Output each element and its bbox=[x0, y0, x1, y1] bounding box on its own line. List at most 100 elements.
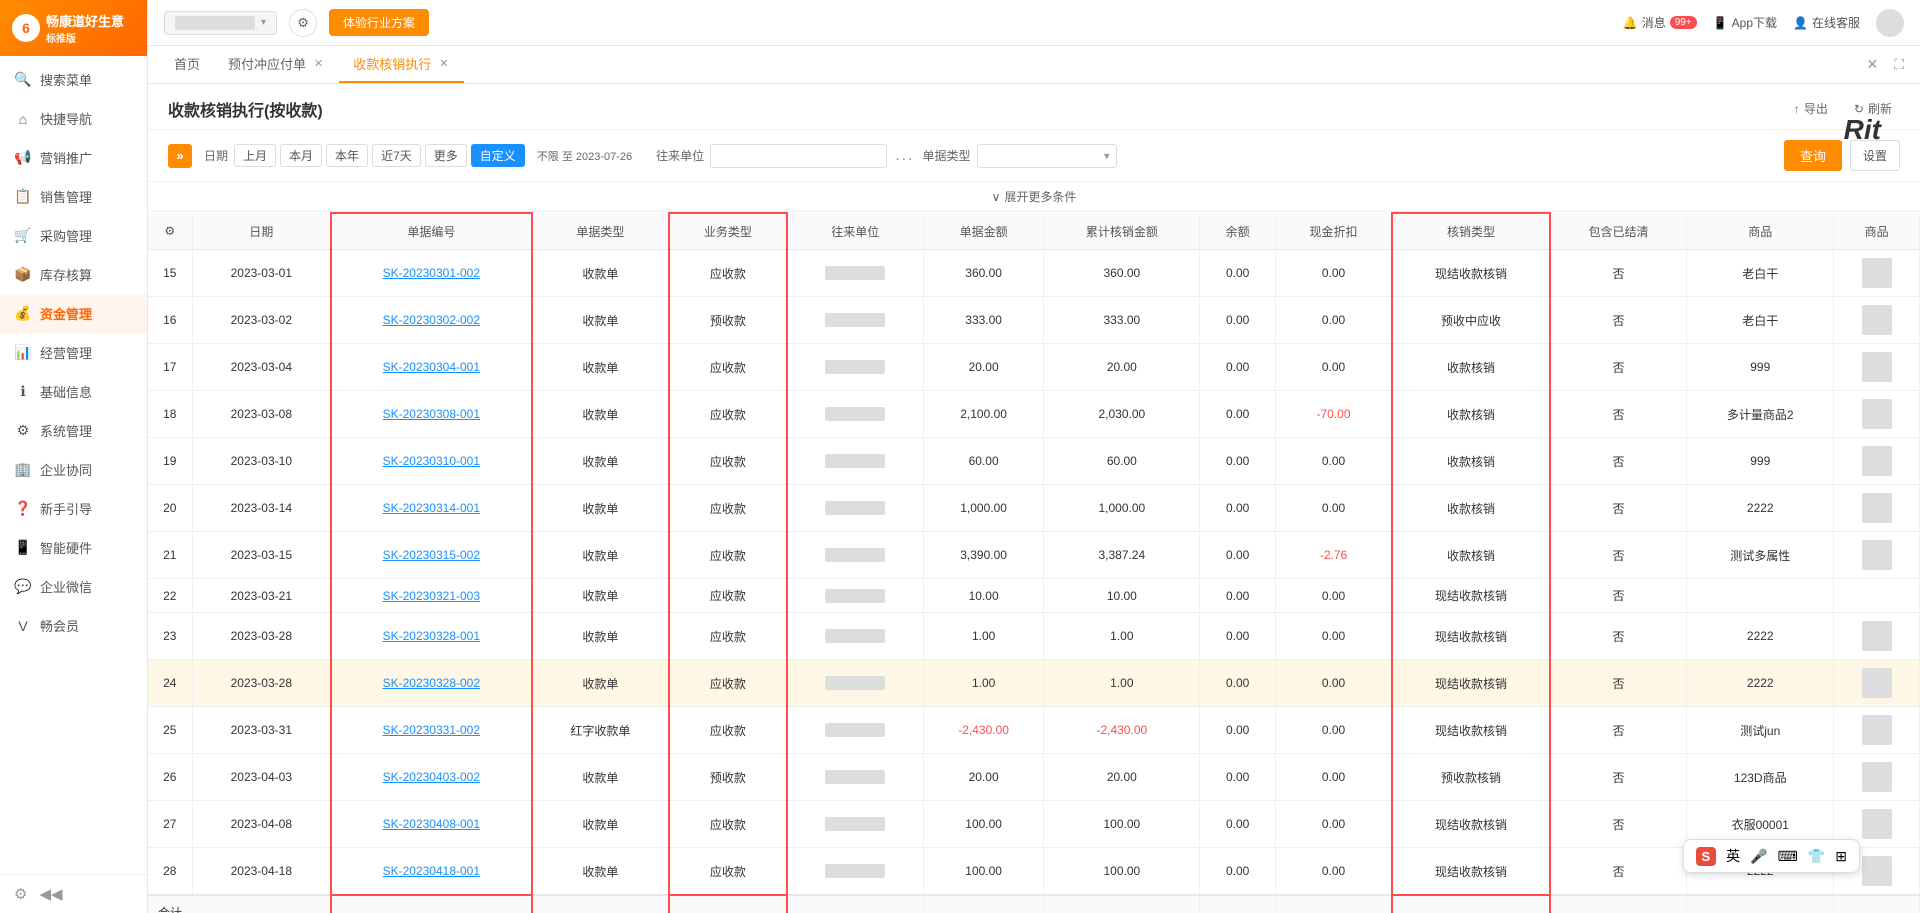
tab-close-all-icon[interactable]: ✕ bbox=[1862, 54, 1882, 75]
industry-solution-button[interactable]: 体验行业方案 bbox=[329, 9, 429, 36]
sidebar-item-label: 新手引导 bbox=[40, 499, 92, 518]
cell-bill-amount: 20.00 bbox=[923, 754, 1043, 801]
bill-no-link[interactable]: SK-20230408-001 bbox=[383, 817, 480, 831]
tab-collection-close-icon[interactable]: ✕ bbox=[437, 56, 450, 71]
sidebar-item-sales-mgmt[interactable]: 📋 销售管理 bbox=[0, 177, 147, 216]
cell-bill-no: SK-20230321-003 bbox=[331, 579, 531, 613]
footer-biz-type bbox=[669, 895, 787, 913]
ime-english-label[interactable]: 英 bbox=[1726, 846, 1740, 866]
sidebar-item-capital-mgmt[interactable]: 💰 资金管理 bbox=[0, 294, 147, 333]
sidebar-item-quick-nav[interactable]: ⌂ 快捷导航 bbox=[0, 99, 147, 138]
bill-no-link[interactable]: SK-20230302-002 bbox=[383, 313, 480, 327]
cell-cash-discount: 0.00 bbox=[1275, 613, 1392, 660]
expand-more-conditions[interactable]: ∨ 展开更多条件 bbox=[148, 182, 1920, 212]
sidebar-item-smart-hw[interactable]: 📱 智能硬件 bbox=[0, 528, 147, 567]
cell-partner bbox=[787, 485, 924, 532]
footer-partner bbox=[787, 895, 924, 913]
tab-home[interactable]: 首页 bbox=[160, 46, 214, 83]
sidebar-item-purchase-mgmt[interactable]: 🛒 采购管理 bbox=[0, 216, 147, 255]
online-service-button[interactable]: 👤 在线客服 bbox=[1793, 14, 1860, 31]
partner-blurred bbox=[825, 454, 885, 468]
sidebar-item-newbie[interactable]: ❓ 新手引导 bbox=[0, 489, 147, 528]
settings-icon[interactable]: ⚙ bbox=[14, 885, 27, 903]
cell-goods2 bbox=[1834, 438, 1920, 485]
last-7days-btn[interactable]: 近7天 bbox=[372, 144, 421, 167]
ime-keyboard-icon[interactable]: ⌨ bbox=[1778, 848, 1798, 865]
this-month-btn[interactable]: 本月 bbox=[280, 144, 322, 167]
user-avatar[interactable] bbox=[1876, 9, 1904, 37]
sidebar-item-marketing[interactable]: 📢 营销推广 bbox=[0, 138, 147, 177]
filter-more-dots[interactable]: ... bbox=[895, 147, 914, 165]
tab-prepay-close-icon[interactable]: ✕ bbox=[312, 56, 325, 71]
bill-no-link[interactable]: SK-20230301-002 bbox=[383, 266, 480, 280]
this-year-btn[interactable]: 本年 bbox=[326, 144, 368, 167]
cell-biz-type: 应收款 bbox=[669, 344, 787, 391]
sidebar-item-corp-wechat[interactable]: 💬 企业微信 bbox=[0, 567, 147, 606]
custom-date-btn[interactable]: 自定义 bbox=[471, 144, 525, 167]
cell-bill-amount: 2,100.00 bbox=[923, 391, 1043, 438]
notifications-button[interactable]: 🔔 消息 99+ bbox=[1623, 14, 1697, 31]
bill-no-link[interactable]: SK-20230418-001 bbox=[383, 864, 480, 878]
ime-mic-icon[interactable]: 🎤 bbox=[1750, 848, 1767, 865]
bill-no-link[interactable]: SK-20230308-001 bbox=[383, 407, 480, 421]
more-date-btn[interactable]: 更多 bbox=[425, 144, 467, 167]
cell-bill-type: 收款单 bbox=[532, 391, 670, 438]
ime-shirt-icon[interactable]: 👕 bbox=[1808, 848, 1825, 865]
tab-prepay-bill[interactable]: 预付冲应付单 ✕ bbox=[214, 46, 339, 83]
tab-expand-icon[interactable]: ⛶ bbox=[1890, 54, 1908, 75]
cell-bill-no: SK-20230304-001 bbox=[331, 344, 531, 391]
col-settings-icon[interactable]: ⚙ bbox=[148, 213, 192, 250]
col-date: 日期 bbox=[192, 213, 331, 250]
bill-no-link[interactable]: SK-20230321-003 bbox=[383, 589, 480, 603]
sidebar-item-member[interactable]: V 畅会员 bbox=[0, 606, 147, 645]
footer-verify-type bbox=[1392, 895, 1550, 913]
footer-bill-no bbox=[331, 895, 531, 913]
sidebar-item-search-menu[interactable]: 🔍 搜索菜单 bbox=[0, 60, 147, 99]
ime-apps-icon[interactable]: ⊞ bbox=[1835, 848, 1847, 865]
app-download-button[interactable]: 📱 App下载 bbox=[1713, 14, 1777, 31]
purchase-icon: 🛒 bbox=[14, 227, 32, 244]
sidebar-item-corp-collab[interactable]: 🏢 企业协同 bbox=[0, 450, 147, 489]
sidebar-item-label: 库存核算 bbox=[40, 265, 92, 284]
sidebar-item-basic-info[interactable]: ℹ 基础信息 bbox=[0, 372, 147, 411]
workspace-selector[interactable]: ▾ bbox=[164, 11, 277, 35]
cell-partner bbox=[787, 801, 924, 848]
sidebar-item-inventory[interactable]: 📦 库存核算 bbox=[0, 255, 147, 294]
bill-no-link[interactable]: SK-20230314-001 bbox=[383, 501, 480, 515]
table-row: 16 2023-03-02 SK-20230302-002 收款单 预收款 33… bbox=[148, 297, 1920, 344]
cell-bill-no: SK-20230331-002 bbox=[331, 707, 531, 754]
business-icon: 📊 bbox=[14, 344, 32, 361]
cell-bill-amount: 1,000.00 bbox=[923, 485, 1043, 532]
bill-no-link[interactable]: SK-20230403-002 bbox=[383, 770, 480, 784]
sidebar-item-business-mgmt[interactable]: 📊 经营管理 bbox=[0, 333, 147, 372]
bill-no-link[interactable]: SK-20230310-001 bbox=[383, 454, 480, 468]
cell-goods2 bbox=[1834, 344, 1920, 391]
bill-no-link[interactable]: SK-20230304-001 bbox=[383, 360, 480, 374]
gear-button[interactable]: ⚙ bbox=[289, 9, 317, 37]
cell-include-settled: 否 bbox=[1550, 438, 1687, 485]
partner-input[interactable] bbox=[710, 144, 887, 168]
bill-no-link[interactable]: SK-20230315-002 bbox=[383, 548, 480, 562]
table-row: 18 2023-03-08 SK-20230308-001 收款单 应收款 2,… bbox=[148, 391, 1920, 438]
bill-no-link[interactable]: SK-20230331-002 bbox=[383, 723, 480, 737]
bill-no-link[interactable]: SK-20230328-001 bbox=[383, 629, 480, 643]
gear-icon: ⚙ bbox=[297, 15, 309, 31]
bill-no-link[interactable]: SK-20230328-002 bbox=[383, 676, 480, 690]
cell-cash-discount: -2.76 bbox=[1275, 532, 1392, 579]
table-row: 27 2023-04-08 SK-20230408-001 收款单 应收款 10… bbox=[148, 801, 1920, 848]
filter-toggle-button[interactable]: » bbox=[168, 144, 192, 168]
sidebar-item-sys-mgmt[interactable]: ⚙ 系统管理 bbox=[0, 411, 147, 450]
cell-bill-no: SK-20230308-001 bbox=[331, 391, 531, 438]
date-buttons: 上月 本月 本年 近7天 更多 自定义 bbox=[234, 144, 525, 167]
workspace-name bbox=[175, 16, 255, 30]
cell-goods bbox=[1687, 579, 1834, 613]
tab-collection-verify[interactable]: 收款核销执行 ✕ bbox=[339, 46, 464, 83]
col-goods2: 商品 bbox=[1834, 213, 1920, 250]
cell-include-settled: 否 bbox=[1550, 250, 1687, 297]
cell-verify-type: 预收中应收 bbox=[1392, 297, 1550, 344]
export-button[interactable]: ↑ 导出 bbox=[1786, 96, 1836, 121]
last-month-btn[interactable]: 上月 bbox=[234, 144, 276, 167]
query-button[interactable]: 查询 bbox=[1784, 140, 1842, 171]
bill-type-select[interactable] bbox=[977, 144, 1117, 168]
collapse-icon[interactable]: ◀◀ bbox=[39, 885, 62, 903]
